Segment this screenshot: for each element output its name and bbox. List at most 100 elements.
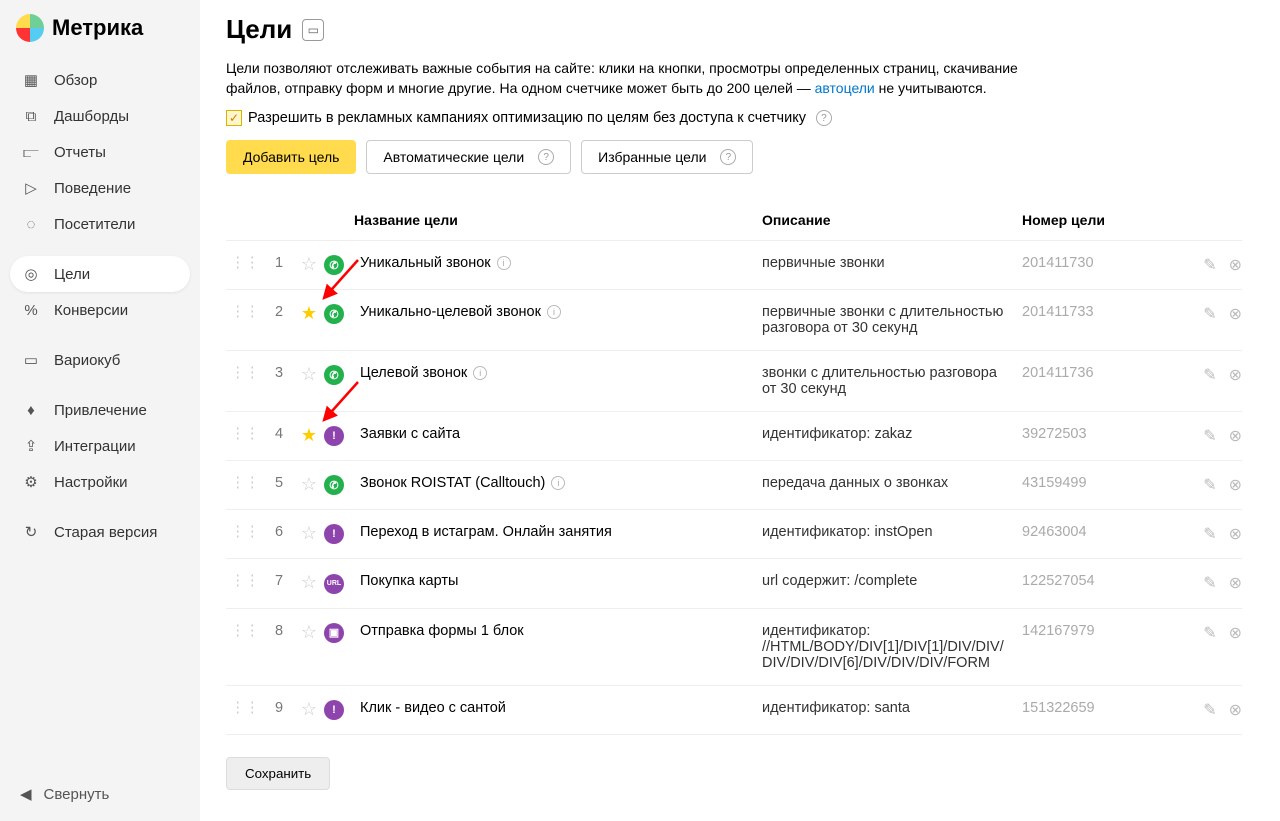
table-row: ⋮⋮ 4 ★ ! Заявки с сайта идентификатор: z… (226, 412, 1242, 461)
gear-icon: ⚙ (22, 473, 40, 491)
drag-handle-icon[interactable]: ⋮⋮ (226, 365, 264, 381)
delete-icon[interactable]: ⊗ (1229, 573, 1242, 593)
col-desc: Описание (762, 212, 1022, 228)
sidebar-item-overview[interactable]: ▦Обзор (10, 62, 190, 98)
table-row: ⋮⋮ 1 ☆ ✆ Уникальный звонокi первичные зв… (226, 241, 1242, 290)
goal-description: первичные звонки с длительностью разгово… (762, 304, 1022, 336)
sidebar-item-visitors[interactable]: ◌Посетители (10, 206, 190, 242)
favorite-star[interactable]: ☆ (294, 365, 324, 383)
edit-icon[interactable]: ✎ (1203, 255, 1216, 275)
goal-type-icon: ▣ (324, 623, 354, 643)
goal-name: Переход в истаграм. Онлайн занятия (354, 524, 762, 540)
edit-icon[interactable]: ✎ (1203, 426, 1216, 446)
book-icon[interactable]: ▭ (302, 19, 324, 41)
delete-icon[interactable]: ⊗ (1229, 426, 1242, 446)
allow-ads-label: Разрешить в рекламных кампаниях оптимиза… (248, 110, 806, 126)
sidebar-item-acquisition[interactable]: ♦Привлечение (10, 392, 190, 428)
goal-id: 201411730 (1022, 255, 1162, 271)
sidebar-item-old[interactable]: ↻Старая версия (10, 514, 190, 550)
info-icon[interactable]: i (473, 366, 487, 380)
delete-icon[interactable]: ⊗ (1229, 304, 1242, 324)
help-icon[interactable]: ? (720, 149, 736, 165)
row-number: 6 (264, 524, 294, 540)
bars-icon: ⫍ (22, 143, 40, 161)
favorite-star[interactable]: ☆ (294, 623, 324, 641)
autogoals-link[interactable]: автоцели (815, 80, 875, 96)
drag-handle-icon[interactable]: ⋮⋮ (226, 573, 264, 589)
sidebar-item-reports[interactable]: ⫍Отчеты (10, 134, 190, 170)
goal-name: Уникальный звонокi (354, 255, 762, 271)
user-icon: ◌ (22, 215, 40, 233)
edit-icon[interactable]: ✎ (1203, 304, 1216, 324)
info-icon[interactable]: i (497, 256, 511, 270)
drag-handle-icon[interactable]: ⋮⋮ (226, 426, 264, 442)
sidebar-collapse[interactable]: ◀ Свернуть (0, 773, 200, 821)
edit-icon[interactable]: ✎ (1203, 524, 1216, 544)
sidebar-item-variocube[interactable]: ▭Вариокуб (10, 342, 190, 378)
favorite-star[interactable]: ★ (294, 304, 324, 322)
main-content: Цели ▭ Цели позволяют отслеживать важные… (200, 0, 1280, 821)
drag-handle-icon[interactable]: ⋮⋮ (226, 304, 264, 320)
drag-handle-icon[interactable]: ⋮⋮ (226, 255, 264, 271)
sidebar-item-goals[interactable]: ◎Цели (10, 256, 190, 292)
goal-type-icon: ✆ (324, 304, 354, 324)
edit-icon[interactable]: ✎ (1203, 573, 1216, 593)
logo[interactable]: Метрика (0, 8, 200, 58)
allow-ads-checkbox[interactable]: ✓ (226, 110, 242, 126)
edit-icon[interactable]: ✎ (1203, 475, 1216, 495)
info-icon[interactable]: i (551, 476, 565, 490)
drag-handle-icon[interactable]: ⋮⋮ (226, 475, 264, 491)
goal-description: идентификатор: //HTML/BODY/DIV[1]/DIV[1]… (762, 623, 1022, 671)
favorite-star[interactable]: ☆ (294, 255, 324, 273)
table-row: ⋮⋮ 7 ☆ URL Покупка карты url содержит: /… (226, 559, 1242, 609)
goal-name: Звонок ROISTAT (Calltouch)i (354, 475, 762, 491)
help-icon[interactable]: ? (538, 149, 554, 165)
delete-icon[interactable]: ⊗ (1229, 524, 1242, 544)
favorite-star[interactable]: ★ (294, 426, 324, 444)
drag-handle-icon[interactable]: ⋮⋮ (226, 623, 264, 639)
favorite-star[interactable]: ☆ (294, 475, 324, 493)
table-row: ⋮⋮ 9 ☆ ! Клик - видео с сантой идентифик… (226, 686, 1242, 735)
row-number: 1 (264, 255, 294, 271)
delete-icon[interactable]: ⊗ (1229, 623, 1242, 643)
favorite-star[interactable]: ☆ (294, 524, 324, 542)
goal-id: 92463004 (1022, 524, 1162, 540)
help-icon[interactable]: ? (816, 110, 832, 126)
delete-icon[interactable]: ⊗ (1229, 365, 1242, 385)
sidebar-item-conversions[interactable]: %Конверсии (10, 292, 190, 328)
sidebar-item-settings[interactable]: ⚙Настройки (10, 464, 190, 500)
tune-icon: ▭ (22, 351, 40, 369)
sidebar-item-integrations[interactable]: ⇪Интеграции (10, 428, 190, 464)
sidebar-item-behavior[interactable]: ▷Поведение (10, 170, 190, 206)
grid-icon: ▦ (22, 71, 40, 89)
goal-type-icon: ✆ (324, 475, 354, 495)
target-icon: ◎ (22, 265, 40, 283)
add-goal-button[interactable]: Добавить цель (226, 140, 356, 174)
fav-goals-button[interactable]: Избранные цели? (581, 140, 753, 174)
history-icon: ↻ (22, 523, 40, 541)
favorite-star[interactable]: ☆ (294, 700, 324, 718)
edit-icon[interactable]: ✎ (1203, 700, 1216, 720)
favorite-star[interactable]: ☆ (294, 573, 324, 591)
delete-icon[interactable]: ⊗ (1229, 475, 1242, 495)
sidebar-item-dashboards[interactable]: ⧉Дашборды (10, 98, 190, 134)
info-icon[interactable]: i (547, 305, 561, 319)
goal-type-icon: ! (324, 524, 354, 544)
goal-id: 151322659 (1022, 700, 1162, 716)
logo-icon (16, 14, 44, 42)
goal-type-icon: ✆ (324, 255, 354, 275)
table-header: Название цели Описание Номер цели (226, 204, 1242, 241)
goal-id: 201411736 (1022, 365, 1162, 381)
auto-goals-button[interactable]: Автоматические цели? (366, 140, 571, 174)
table-row: ⋮⋮ 8 ☆ ▣ Отправка формы 1 блок идентифик… (226, 609, 1242, 686)
save-button[interactable]: Сохранить (226, 757, 330, 790)
goal-type-icon: URL (324, 573, 354, 594)
goal-name: Заявки с сайта (354, 426, 762, 442)
drag-handle-icon[interactable]: ⋮⋮ (226, 524, 264, 540)
edit-icon[interactable]: ✎ (1203, 623, 1216, 643)
edit-icon[interactable]: ✎ (1203, 365, 1216, 385)
percent-icon: % (22, 301, 40, 319)
drag-handle-icon[interactable]: ⋮⋮ (226, 700, 264, 716)
delete-icon[interactable]: ⊗ (1229, 255, 1242, 275)
delete-icon[interactable]: ⊗ (1229, 700, 1242, 720)
